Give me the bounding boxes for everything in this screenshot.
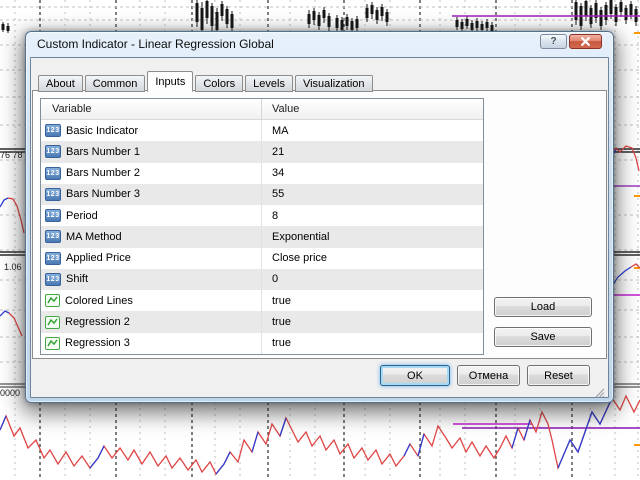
tab-colors[interactable]: Colors (195, 75, 244, 92)
save-button[interactable]: Save (494, 327, 592, 347)
price-label: 1.06 (4, 262, 22, 272)
reset-button[interactable]: Reset (527, 365, 590, 386)
param-name: MA Method (66, 230, 122, 243)
numeric-parameter-icon: 123 (45, 230, 61, 244)
param-name: Basic Indicator (66, 124, 139, 137)
param-name: Bars Number 3 (66, 188, 140, 201)
param-name: Period (66, 209, 98, 222)
tab-bar: About Common Inputs Colors Levels Visual… (38, 71, 375, 92)
param-value[interactable]: true (262, 311, 483, 332)
param-name: Applied Price (66, 252, 131, 265)
param-row[interactable]: 123 Bars Number 3 55 (41, 183, 483, 206)
tab-levels[interactable]: Levels (245, 75, 293, 92)
param-value[interactable]: true (262, 290, 483, 311)
param-value[interactable]: 55 (262, 184, 483, 205)
titlebar[interactable]: Custom Indicator - Linear Regression Glo… (26, 32, 613, 57)
tab-inputs[interactable]: Inputs (147, 71, 194, 92)
help-icon: ? (550, 36, 557, 47)
close-button[interactable] (569, 34, 602, 49)
param-name: Bars Number 1 (66, 145, 140, 158)
numeric-parameter-icon: 123 (45, 272, 61, 286)
param-row[interactable]: 123 Period 8 (41, 205, 483, 227)
numeric-parameter-icon: 123 (45, 124, 61, 138)
help-button[interactable]: ? (540, 34, 567, 49)
parameters-table: Variable Value 123 Basic Indicator MA 123… (40, 98, 484, 355)
ok-button[interactable]: OK (380, 365, 450, 386)
cancel-button[interactable]: Отмена (457, 365, 520, 386)
param-row[interactable]: 123 Bars Number 2 34 (41, 162, 483, 184)
param-row[interactable]: 123 Bars Number 1 21 (41, 141, 483, 163)
boolean-parameter-icon (45, 336, 60, 350)
param-value[interactable]: MA (262, 120, 483, 141)
numeric-parameter-icon: 123 (45, 166, 61, 180)
tab-page-inputs: Variable Value 123 Basic Indicator MA 123… (32, 90, 607, 359)
boolean-parameter-icon (45, 294, 60, 308)
param-value[interactable]: true (262, 333, 483, 354)
param-value[interactable]: Close price (262, 248, 483, 269)
param-value[interactable]: 0 (262, 269, 483, 290)
param-row[interactable]: 123 Shift 0 (41, 268, 483, 291)
param-name: Regression 3 (65, 337, 130, 350)
price-label: 0000 (0, 388, 21, 398)
param-name: Regression 2 (65, 316, 130, 329)
column-header-value: Value (272, 103, 300, 115)
column-header-variable: Variable (41, 99, 262, 119)
param-name: Shift (66, 273, 89, 286)
tab-common[interactable]: Common (84, 75, 146, 92)
param-value[interactable]: 8 (262, 205, 483, 226)
dialog-custom-indicator: Custom Indicator - Linear Regression Glo… (25, 31, 614, 403)
table-rows: 123 Basic Indicator MA 123 Bars Number 1 2… (41, 120, 483, 354)
screen: 76 78 1.06 0000 Custom Indicator - Linea… (0, 0, 640, 480)
param-value[interactable]: 34 (262, 163, 483, 184)
param-row[interactable]: Colored Lines true (41, 290, 483, 312)
param-name: Bars Number 2 (66, 167, 140, 180)
param-row[interactable]: 123 Applied Price Close price (41, 247, 483, 269)
load-button[interactable]: Load (494, 297, 592, 317)
table-header: Variable Value (41, 99, 483, 120)
close-icon (581, 37, 590, 46)
param-row[interactable]: Regression 3 true (41, 332, 483, 354)
resize-grip[interactable] (595, 385, 605, 398)
numeric-parameter-icon: 123 (45, 187, 61, 201)
param-row[interactable]: Regression 2 true (41, 311, 483, 333)
tab-visualization[interactable]: Visualization (294, 75, 373, 92)
numeric-parameter-icon: 123 (45, 145, 61, 159)
param-row[interactable]: 123 Basic Indicator MA (41, 120, 483, 142)
param-name: Colored Lines (65, 294, 133, 307)
window-title: Custom Indicator - Linear Regression Glo… (37, 37, 274, 51)
numeric-parameter-icon: 123 (45, 209, 61, 223)
param-value[interactable]: Exponential (262, 226, 483, 247)
tab-about[interactable]: About (38, 75, 83, 92)
boolean-parameter-icon (45, 315, 60, 329)
param-value[interactable]: 21 (262, 141, 483, 162)
dialog-client-area: About Common Inputs Colors Levels Visual… (30, 57, 609, 398)
param-row[interactable]: 123 MA Method Exponential (41, 226, 483, 248)
numeric-parameter-icon: 123 (45, 251, 61, 265)
price-label: 76 78 (0, 150, 23, 160)
